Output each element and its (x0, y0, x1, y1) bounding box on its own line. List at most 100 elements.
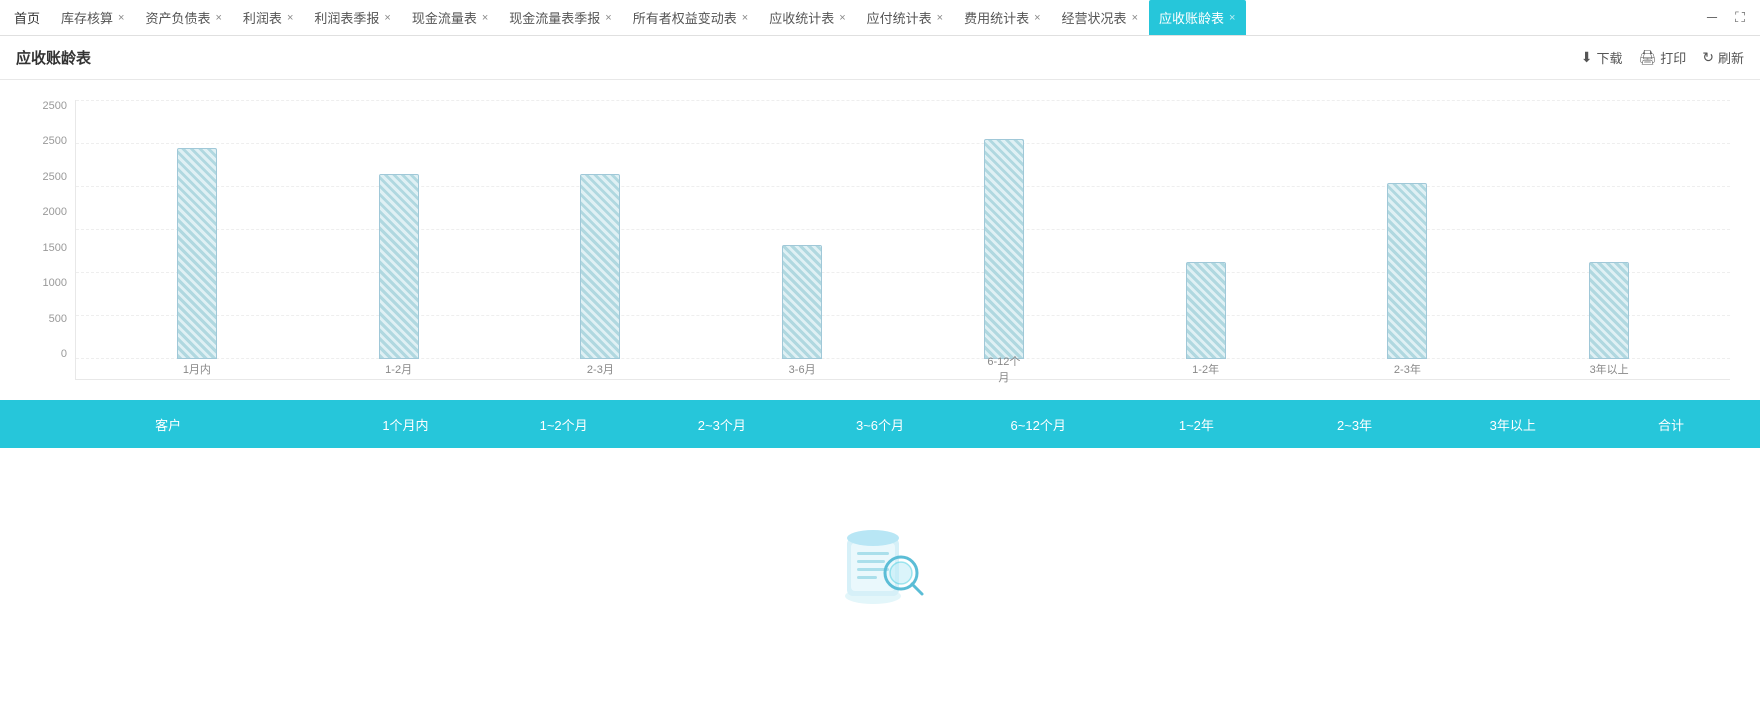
tab-profit-close[interactable]: × (287, 12, 293, 24)
tab-expense-stats-close[interactable]: × (1034, 12, 1040, 24)
bar-fill-3 (782, 245, 822, 359)
y-label-3: 1500 (43, 242, 67, 254)
tab-operation-label: 经营状况表 (1062, 8, 1127, 27)
y-label-2: 1000 (43, 277, 67, 289)
th-col-6: 1~2年 (1117, 415, 1275, 434)
tab-ar-aging-label: 应收账龄表 (1159, 8, 1224, 27)
download-button[interactable]: ⬇ 下载 (1581, 48, 1623, 67)
th-col-3: 2~3个月 (643, 415, 801, 434)
x-label-4: 6-12个月 (984, 353, 1024, 385)
chart-section: 2500 2500 2500 2000 1500 1000 500 0 (0, 80, 1760, 400)
y-label-5: 2500 (43, 171, 67, 183)
tab-balance-close[interactable]: × (215, 12, 221, 24)
tab-payable-stats-label: 应付统计表 (867, 8, 932, 27)
chart-container: 2500 2500 2500 2000 1500 1000 500 0 (30, 100, 1730, 380)
tab-equity[interactable]: 所有者权益变动表 × (623, 0, 759, 36)
tab-profit-quarterly-close[interactable]: × (384, 12, 390, 24)
th-col-4: 3~6个月 (801, 415, 959, 434)
th-col-2: 1~2个月 (485, 415, 643, 434)
x-label-0: 1月内 (177, 361, 217, 377)
bars-row (76, 100, 1730, 359)
bar-fill-6 (1387, 183, 1427, 359)
print-button[interactable]: 🖨 打印 (1638, 48, 1686, 67)
th-col-7: 2~3年 (1275, 415, 1433, 434)
tab-equity-close[interactable]: × (742, 12, 748, 24)
tab-cashflow-quarterly-label: 现金流量表季报 (509, 8, 600, 27)
refresh-label: 刷新 (1718, 48, 1744, 67)
tab-cashflow-quarterly[interactable]: 现金流量表季报 × (499, 0, 622, 36)
x-label-6: 2-3年 (1387, 361, 1427, 377)
tab-cashflow-label: 现金流量表 (412, 8, 477, 27)
x-label-5: 1-2年 (1186, 361, 1226, 377)
bar-fill-2 (580, 174, 620, 359)
tab-ar-aging-close[interactable]: × (1229, 12, 1235, 24)
tab-bar: 首页 库存核算 × 资产负债表 × 利润表 × 利润表季报 × 现金流量表 × … (0, 0, 1760, 36)
x-label-3: 3-6月 (782, 361, 822, 377)
tab-inventory-label: 库存核算 (61, 8, 113, 27)
tab-cashflow[interactable]: 现金流量表 × (402, 0, 499, 36)
refresh-button[interactable]: ↻ 刷新 (1702, 48, 1744, 67)
tab-receivable-stats-close[interactable]: × (839, 12, 845, 24)
chart-bar-4 (984, 139, 1024, 359)
tab-balance[interactable]: 资产负债表 × (135, 0, 232, 36)
print-icon: 🖨 (1638, 49, 1656, 66)
tab-receivable-stats-label: 应收统计表 (769, 8, 834, 27)
tab-profit-label: 利润表 (243, 8, 282, 27)
print-label: 打印 (1660, 48, 1686, 67)
y-axis: 2500 2500 2500 2000 1500 1000 500 0 (30, 100, 75, 380)
header-actions: ⬇ 下载 🖨 打印 ↻ 刷新 (1581, 48, 1744, 67)
tab-ar-aging[interactable]: 应收账龄表 × (1149, 0, 1246, 36)
tab-balance-label: 资产负债表 (145, 8, 210, 27)
bar-fill-0 (177, 148, 217, 359)
tab-equity-label: 所有者权益变动表 (633, 8, 737, 27)
chart-bar-6 (1387, 183, 1427, 359)
empty-illustration (825, 508, 935, 621)
tab-payable-stats-close[interactable]: × (937, 12, 943, 24)
main-content: 2500 2500 2500 2000 1500 1000 500 0 (0, 80, 1760, 720)
tab-home[interactable]: 首页 (4, 0, 51, 36)
refresh-icon: ↻ (1702, 49, 1714, 66)
chart-bar-3 (782, 245, 822, 359)
empty-state (0, 448, 1760, 661)
tab-bar-actions: － ⛶ (1700, 6, 1756, 30)
minimize-button[interactable]: － (1700, 6, 1724, 30)
tab-payable-stats[interactable]: 应付统计表 × (857, 0, 954, 36)
th-col-5: 6~12个月 (959, 415, 1117, 434)
x-label-7: 3年以上 (1589, 361, 1629, 377)
tab-expense-stats[interactable]: 费用统计表 × (954, 0, 1051, 36)
tab-inventory[interactable]: 库存核算 × (51, 0, 135, 36)
th-col-0: 客户 (10, 415, 326, 434)
page-title: 应收账龄表 (16, 47, 91, 68)
th-col-9: 合计 (1592, 415, 1750, 434)
tab-operation[interactable]: 经营状况表 × (1052, 0, 1149, 36)
tab-receivable-stats[interactable]: 应收统计表 × (759, 0, 856, 36)
tab-cashflow-quarterly-close[interactable]: × (605, 12, 611, 24)
th-col-8: 3年以上 (1434, 415, 1592, 434)
tab-profit-quarterly[interactable]: 利润表季报 × (304, 0, 401, 36)
x-labels: 1月内1-2月2-3月3-6月6-12个月1-2年2-3年3年以上 (76, 359, 1730, 379)
y-label-0: 0 (61, 348, 67, 360)
bar-fill-5 (1186, 262, 1226, 359)
chart-bar-0 (177, 148, 217, 359)
download-icon: ⬇ (1581, 49, 1593, 66)
y-label-1: 500 (49, 313, 67, 325)
y-label-7: 2500 (43, 100, 67, 112)
th-col-1: 1个月内 (326, 415, 484, 434)
y-label-6: 2500 (43, 135, 67, 147)
tab-home-label: 首页 (14, 8, 40, 27)
chart-area: 1月内1-2月2-3月3-6月6-12个月1-2年2-3年3年以上 (75, 100, 1730, 380)
tab-inventory-close[interactable]: × (118, 12, 124, 24)
tab-cashflow-close[interactable]: × (482, 12, 488, 24)
x-label-2: 2-3月 (580, 361, 620, 377)
chart-bar-2 (580, 174, 620, 359)
tab-expense-stats-label: 费用统计表 (964, 8, 1029, 27)
page-header: 应收账龄表 ⬇ 下载 🖨 打印 ↻ 刷新 (0, 36, 1760, 80)
maximize-button[interactable]: ⛶ (1728, 6, 1752, 30)
x-label-1: 1-2月 (379, 361, 419, 377)
tab-profit[interactable]: 利润表 × (233, 0, 304, 36)
download-label: 下载 (1596, 48, 1622, 67)
bar-fill-4 (984, 139, 1024, 359)
chart-bar-5 (1186, 262, 1226, 359)
chart-bar-7 (1589, 262, 1629, 359)
tab-operation-close[interactable]: × (1132, 12, 1138, 24)
